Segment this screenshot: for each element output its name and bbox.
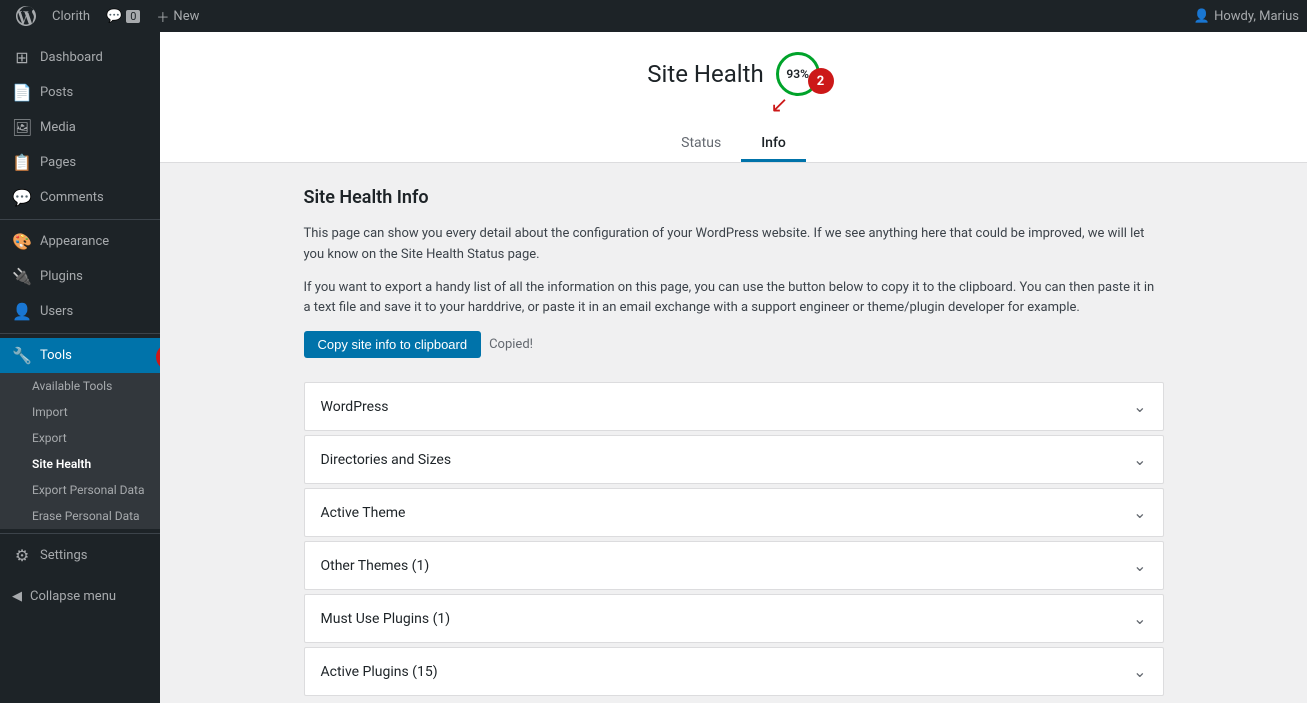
wp-logo[interactable]	[8, 6, 44, 26]
settings-icon: ⚙	[12, 546, 32, 565]
chevron-wordpress: ⌄	[1133, 397, 1146, 416]
dashboard-icon: ⊞	[12, 48, 32, 67]
collapse-menu-button[interactable]: ◀ Collapse menu	[0, 581, 160, 612]
sidebar-item-plugins[interactable]: 🔌 Plugins	[0, 259, 160, 294]
users-icon: 👤	[12, 302, 32, 321]
page-title: Site Health	[647, 60, 763, 88]
accordion-header-must-use-plugins[interactable]: Must Use Plugins (1) ⌄	[305, 595, 1163, 642]
accordion-header-wordpress[interactable]: WordPress ⌄	[305, 383, 1163, 430]
tab-info[interactable]: Info	[741, 127, 806, 162]
tab-status[interactable]: Status	[661, 127, 741, 162]
description-2: If you want to export a handy list of al…	[304, 278, 1164, 320]
chevron-active-theme: ⌄	[1133, 503, 1146, 522]
title-row: Site Health 93%	[160, 52, 1307, 96]
collapse-icon: ◀	[12, 589, 22, 604]
accordion-header-active-theme[interactable]: Active Theme ⌄	[305, 489, 1163, 536]
accordion-header-other-themes[interactable]: Other Themes (1) ⌄	[305, 542, 1163, 589]
accordion-other-themes: Other Themes (1) ⌄	[304, 541, 1164, 590]
new-content-button[interactable]: ＋ New	[148, 7, 207, 26]
submenu-available-tools[interactable]: Available Tools	[0, 373, 160, 399]
chevron-active-plugins: ⌄	[1133, 662, 1146, 681]
admin-bar: Clorith 💬 0 ＋ New 👤 Howdy, Marius	[0, 0, 1307, 32]
accordion-header-directories[interactable]: Directories and Sizes ⌄	[305, 436, 1163, 483]
tab-navigation: Status Info	[160, 127, 1307, 162]
accordion-active-plugins: Active Plugins (15) ⌄	[304, 647, 1164, 696]
sidebar: ⊞ Dashboard 📄 Posts 🖼 Media 📋 Pages 💬 Co…	[0, 32, 160, 703]
copied-indicator: Copied!	[489, 337, 533, 352]
posts-icon: 📄	[12, 83, 32, 102]
plugins-icon: 🔌	[12, 267, 32, 286]
section-title: Site Health Info	[304, 187, 1164, 208]
submenu-export-personal-data[interactable]: Export Personal Data	[0, 477, 160, 503]
accordion-header-active-plugins[interactable]: Active Plugins (15) ⌄	[305, 648, 1163, 695]
accordion-wordpress: WordPress ⌄	[304, 382, 1164, 431]
sidebar-item-pages[interactable]: 📋 Pages	[0, 145, 160, 180]
sidebar-item-posts[interactable]: 📄 Posts	[0, 75, 160, 110]
site-name[interactable]: Clorith	[44, 9, 98, 24]
sidebar-item-comments[interactable]: 💬 Comments	[0, 180, 160, 215]
submenu-erase-personal-data[interactable]: Erase Personal Data	[0, 503, 160, 529]
step-badge-2: 2	[808, 68, 834, 94]
sidebar-item-media[interactable]: 🖼 Media	[0, 110, 160, 145]
tools-icon: 🔧	[12, 346, 32, 365]
copy-button[interactable]: Copy site info to clipboard	[304, 331, 482, 358]
content-body: Site Health Info This page can show you …	[284, 163, 1184, 703]
sidebar-item-settings[interactable]: ⚙ Settings	[0, 538, 160, 573]
pages-icon: 📋	[12, 153, 32, 172]
submenu-export[interactable]: Export	[0, 425, 160, 451]
accordion-must-use-plugins: Must Use Plugins (1) ⌄	[304, 594, 1164, 643]
user-info[interactable]: 👤 Howdy, Marius	[1194, 9, 1299, 24]
chevron-other-themes: ⌄	[1133, 556, 1146, 575]
description-1: This page can show you every detail abou…	[304, 224, 1164, 266]
chevron-directories: ⌄	[1133, 450, 1146, 469]
comment-count: 0	[126, 10, 140, 23]
main-content: Site Health 93% 2 ↙ Status Info Site Hea…	[160, 32, 1307, 703]
chevron-must-use-plugins: ⌄	[1133, 609, 1146, 628]
sidebar-item-tools[interactable]: 🔧 Tools ◀	[0, 338, 160, 373]
accordion-active-theme: Active Theme ⌄	[304, 488, 1164, 537]
tools-submenu: Available Tools Import Export Site Healt…	[0, 373, 160, 529]
copy-row: Copy site info to clipboard Copied!	[304, 331, 1164, 358]
tools-section: 🔧 Tools ◀ 1	[0, 338, 160, 373]
media-icon: 🖼	[12, 118, 32, 137]
sidebar-item-users[interactable]: 👤 Users	[0, 294, 160, 329]
step-arrow-2: ↙	[770, 93, 788, 118]
comments-link[interactable]: 💬 0	[98, 9, 148, 24]
sidebar-item-dashboard[interactable]: ⊞ Dashboard	[0, 40, 160, 75]
appearance-icon: 🎨	[12, 232, 32, 251]
submenu-site-health[interactable]: Site Health	[0, 451, 160, 477]
page-header: Site Health 93% 2 ↙ Status Info	[160, 32, 1307, 163]
accordion-directories: Directories and Sizes ⌄	[304, 435, 1164, 484]
submenu-import[interactable]: Import	[0, 399, 160, 425]
accordion-list: WordPress ⌄ Directories and Sizes ⌄ Acti…	[304, 382, 1164, 696]
sidebar-item-appearance[interactable]: 🎨 Appearance	[0, 224, 160, 259]
comments-icon: 💬	[12, 188, 32, 207]
